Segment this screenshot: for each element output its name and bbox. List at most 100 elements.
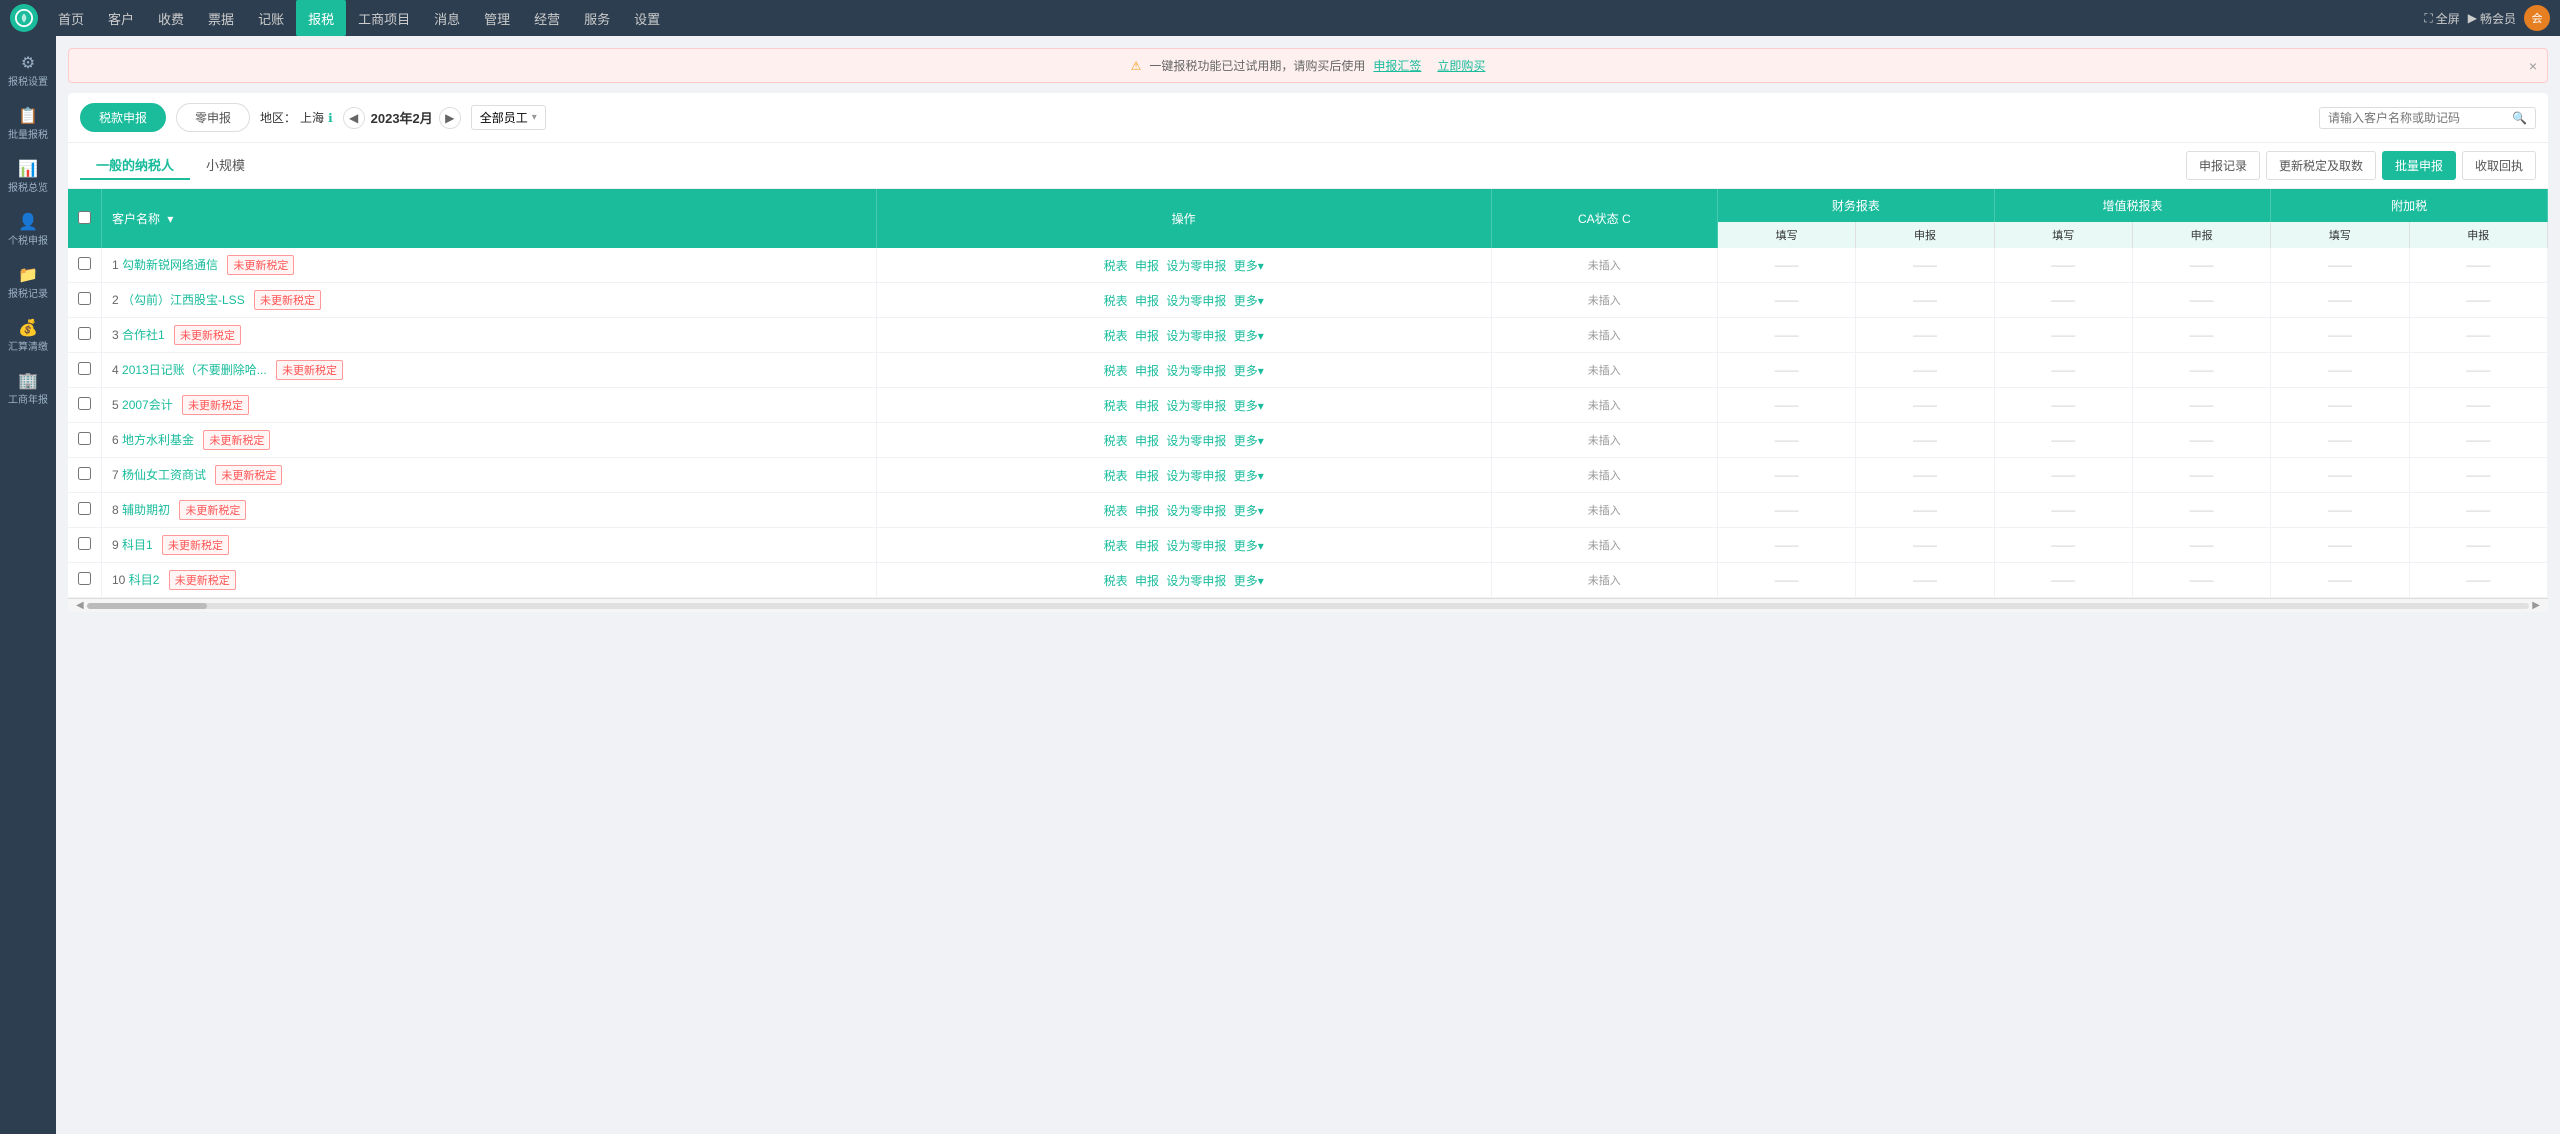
row-checkbox-2[interactable] <box>78 327 91 340</box>
op-more[interactable]: 更多▾ <box>1234 364 1264 378</box>
row-client-name[interactable]: 勾勒新锐网络通信 <box>122 258 218 272</box>
row-checkbox-7[interactable] <box>78 502 91 515</box>
row-checkbox-3[interactable] <box>78 362 91 375</box>
op-more[interactable]: 更多▾ <box>1234 469 1264 483</box>
op-tax-table[interactable]: 税表 <box>1104 364 1128 378</box>
sort-icon[interactable]: ▾ <box>167 212 173 226</box>
op-declare[interactable]: 申报 <box>1135 329 1159 343</box>
op-zero-declare[interactable]: 设为零申报 <box>1166 574 1226 588</box>
search-icon[interactable]: 🔍 <box>2512 111 2527 125</box>
tab-small-scale[interactable]: 小规模 <box>190 151 261 180</box>
op-tax-table[interactable]: 税表 <box>1104 469 1128 483</box>
op-tax-table[interactable]: 税表 <box>1104 574 1128 588</box>
op-more[interactable]: 更多▾ <box>1234 434 1264 448</box>
op-declare[interactable]: 申报 <box>1135 364 1159 378</box>
trial-link2[interactable]: 立即购买 <box>1437 57 1485 74</box>
op-more[interactable]: 更多▾ <box>1234 574 1264 588</box>
op-more[interactable]: 更多▾ <box>1234 259 1264 273</box>
scroll-left-btn[interactable]: ◀ <box>73 600 87 611</box>
scroll-bar-track[interactable] <box>87 603 2530 609</box>
nav-operation[interactable]: 经营 <box>522 0 572 36</box>
op-zero-declare[interactable]: 设为零申报 <box>1166 399 1226 413</box>
row-checkbox-1[interactable] <box>78 292 91 305</box>
op-zero-declare[interactable]: 设为零申报 <box>1166 539 1226 553</box>
sidebar-item-tax-overview[interactable]: 📊 报税总览 <box>0 150 56 203</box>
row-checkbox-9[interactable] <box>78 572 91 585</box>
row-client-name[interactable]: 科目1 <box>122 538 153 552</box>
sidebar-item-settlement[interactable]: 💰 汇算清缴 <box>0 309 56 362</box>
row-client-name[interactable]: 杨仙女工资商试 <box>122 468 206 482</box>
op-zero-declare[interactable]: 设为零申报 <box>1166 259 1226 273</box>
op-tax-table[interactable]: 税表 <box>1104 329 1128 343</box>
region-value[interactable]: 上海 <box>300 109 324 126</box>
row-client-name[interactable]: 2013日记账（不要删除哈... <box>122 363 267 377</box>
op-zero-declare[interactable]: 设为零申报 <box>1166 294 1226 308</box>
row-client-name[interactable]: （勾前）江西股宝-LSS <box>122 293 245 307</box>
declaration-records-btn[interactable]: 申报记录 <box>2186 151 2260 180</box>
op-zero-declare[interactable]: 设为零申报 <box>1166 504 1226 518</box>
date-prev-btn[interactable]: ◀ <box>343 107 365 129</box>
row-checkbox-0[interactable] <box>78 257 91 270</box>
nav-client[interactable]: 客户 <box>96 0 146 36</box>
row-client-name[interactable]: 2007会计 <box>122 398 173 412</box>
op-declare[interactable]: 申报 <box>1135 399 1159 413</box>
sidebar-item-annual-report[interactable]: 🏢 工商年报 <box>0 362 56 415</box>
nav-tax[interactable]: 报税 <box>296 0 346 36</box>
row-checkbox-5[interactable] <box>78 432 91 445</box>
row-checkbox-4[interactable] <box>78 397 91 410</box>
sidebar-item-tax-records[interactable]: 📁 报税记录 <box>0 256 56 309</box>
op-tax-table[interactable]: 税表 <box>1104 434 1128 448</box>
select-all-checkbox[interactable] <box>78 211 91 224</box>
op-tax-table[interactable]: 税表 <box>1104 259 1128 273</box>
op-tax-table[interactable]: 税表 <box>1104 539 1128 553</box>
batch-declare-btn[interactable]: 批量申报 <box>2382 151 2456 180</box>
sidebar-item-batch-tax[interactable]: 📋 批量报税 <box>0 97 56 150</box>
tab-general-taxpayer[interactable]: 一般的纳税人 <box>80 151 190 180</box>
op-more[interactable]: 更多▾ <box>1234 399 1264 413</box>
date-next-btn[interactable]: ▶ <box>439 107 461 129</box>
update-tax-btn[interactable]: 更新税定及取数 <box>2266 151 2376 180</box>
op-more[interactable]: 更多▾ <box>1234 504 1264 518</box>
member-btn[interactable]: ▶ 畅会员 <box>2468 10 2516 27</box>
nav-message[interactable]: 消息 <box>422 0 472 36</box>
nav-billing[interactable]: 收费 <box>146 0 196 36</box>
tab-tax-declaration[interactable]: 税款申报 <box>80 103 166 132</box>
op-declare[interactable]: 申报 <box>1135 504 1159 518</box>
op-more[interactable]: 更多▾ <box>1234 329 1264 343</box>
tab-zero-declaration[interactable]: 零申报 <box>176 103 250 132</box>
trial-link1[interactable]: 申报汇签 <box>1373 57 1421 74</box>
sidebar-item-individual-tax[interactable]: 👤 个税申报 <box>0 203 56 256</box>
op-zero-declare[interactable]: 设为零申报 <box>1166 434 1226 448</box>
row-client-name[interactable]: 地方水利基金 <box>122 433 194 447</box>
nav-home[interactable]: 首页 <box>46 0 96 36</box>
scroll-right-btn[interactable]: ▶ <box>2529 600 2543 611</box>
banner-close-btn[interactable]: × <box>2529 58 2537 74</box>
op-more[interactable]: 更多▾ <box>1234 539 1264 553</box>
nav-bookkeeping[interactable]: 记账 <box>246 0 296 36</box>
op-tax-table[interactable]: 税表 <box>1104 294 1128 308</box>
staff-selector[interactable]: 全部员工 ▾ <box>471 105 546 130</box>
op-zero-declare[interactable]: 设为零申报 <box>1166 364 1226 378</box>
op-declare[interactable]: 申报 <box>1135 539 1159 553</box>
op-tax-table[interactable]: 税表 <box>1104 504 1128 518</box>
op-zero-declare[interactable]: 设为零申报 <box>1166 469 1226 483</box>
nav-settings[interactable]: 设置 <box>622 0 672 36</box>
row-checkbox-8[interactable] <box>78 537 91 550</box>
row-client-name[interactable]: 科目2 <box>129 573 160 587</box>
collect-receipt-btn[interactable]: 收取回执 <box>2462 151 2536 180</box>
search-input[interactable] <box>2328 111 2508 125</box>
nav-service[interactable]: 服务 <box>572 0 622 36</box>
nav-manage[interactable]: 管理 <box>472 0 522 36</box>
op-more[interactable]: 更多▾ <box>1234 294 1264 308</box>
op-declare[interactable]: 申报 <box>1135 259 1159 273</box>
op-declare[interactable]: 申报 <box>1135 434 1159 448</box>
op-tax-table[interactable]: 税表 <box>1104 399 1128 413</box>
op-zero-declare[interactable]: 设为零申报 <box>1166 329 1226 343</box>
op-declare[interactable]: 申报 <box>1135 574 1159 588</box>
row-client-name[interactable]: 辅助期初 <box>122 503 170 517</box>
op-declare[interactable]: 申报 <box>1135 294 1159 308</box>
nav-business[interactable]: 工商项目 <box>346 0 422 36</box>
op-declare[interactable]: 申报 <box>1135 469 1159 483</box>
info-icon[interactable]: ℹ <box>328 111 333 125</box>
row-client-name[interactable]: 合作社1 <box>122 328 165 342</box>
